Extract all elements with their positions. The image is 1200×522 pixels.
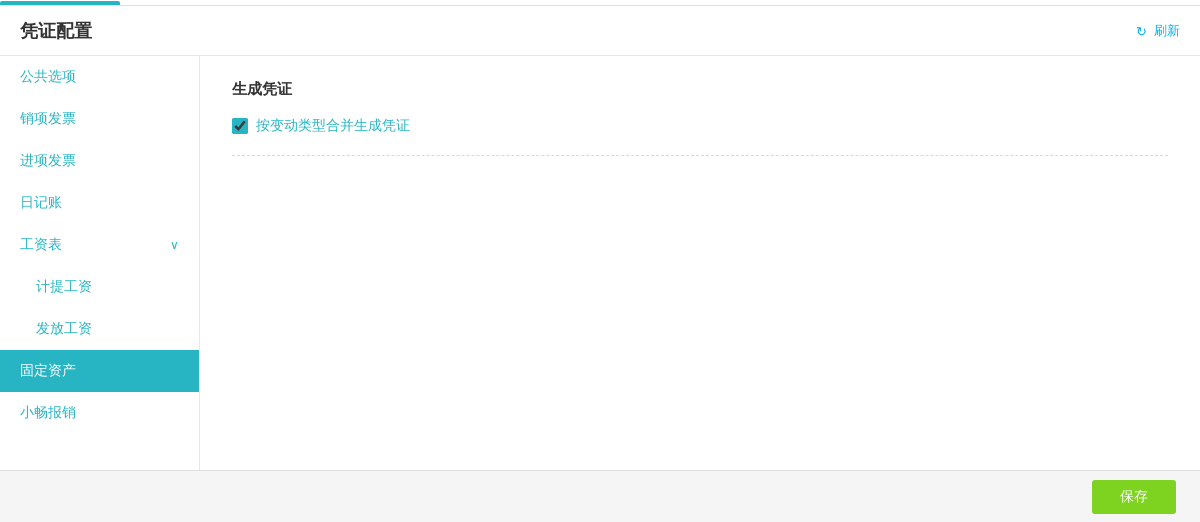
refresh-label: 刷新 <box>1154 22 1180 40</box>
sidebar-item-payroll[interactable]: 工资表 ∨ <box>0 224 199 266</box>
merge-by-type-checkbox[interactable] <box>232 118 248 134</box>
sidebar-item-label: 日记账 <box>20 194 62 212</box>
top-tab-active <box>0 1 120 5</box>
sidebar-item-pay-payroll[interactable]: 发放工资 <box>0 308 199 350</box>
page-title: 凭证配置 <box>20 19 92 43</box>
chevron-down-icon: ∨ <box>170 238 179 252</box>
section-divider <box>232 155 1168 156</box>
sidebar-item-expense[interactable]: 小畅报销 <box>0 392 199 434</box>
sidebar-item-journal[interactable]: 日记账 <box>0 182 199 224</box>
sidebar-item-label: 进项发票 <box>20 152 76 170</box>
sidebar-item-label: 公共选项 <box>20 68 76 86</box>
page-container: 凭证配置 ↻ 刷新 公共选项 销项发票 进项发票 日记账 工资表 ∨ <box>0 0 1200 522</box>
sidebar-item-label: 固定资产 <box>20 362 76 380</box>
header: 凭证配置 ↻ 刷新 <box>0 6 1200 56</box>
save-button[interactable]: 保存 <box>1092 480 1176 514</box>
sidebar-item-label: 销项发票 <box>20 110 76 128</box>
refresh-icon: ↻ <box>1136 24 1150 38</box>
sidebar-item-fixed-assets[interactable]: 固定资产 <box>0 350 199 392</box>
checkbox-label[interactable]: 按变动类型合并生成凭证 <box>256 117 410 135</box>
sidebar-item-label: 发放工资 <box>36 320 92 338</box>
sidebar-item-label: 计提工资 <box>36 278 92 296</box>
sidebar-item-label: 工资表 <box>20 236 62 254</box>
refresh-button[interactable]: ↻ 刷新 <box>1136 22 1180 40</box>
sidebar-item-public[interactable]: 公共选项 <box>0 56 199 98</box>
sidebar-item-accrued-payroll[interactable]: 计提工资 <box>0 266 199 308</box>
sidebar-item-sales-invoice[interactable]: 销项发票 <box>0 98 199 140</box>
section-title: 生成凭证 <box>232 80 1168 99</box>
checkbox-row: 按变动类型合并生成凭证 <box>232 117 1168 135</box>
sidebar-item-label: 小畅报销 <box>20 404 76 422</box>
footer: 保存 <box>0 470 1200 522</box>
sidebar-item-purchase-invoice[interactable]: 进项发票 <box>0 140 199 182</box>
main-content: 公共选项 销项发票 进项发票 日记账 工资表 ∨ 计提工资 发放工资 固定资 <box>0 56 1200 470</box>
content-area: 生成凭证 按变动类型合并生成凭证 <box>200 56 1200 470</box>
sidebar: 公共选项 销项发票 进项发票 日记账 工资表 ∨ 计提工资 发放工资 固定资 <box>0 56 200 470</box>
